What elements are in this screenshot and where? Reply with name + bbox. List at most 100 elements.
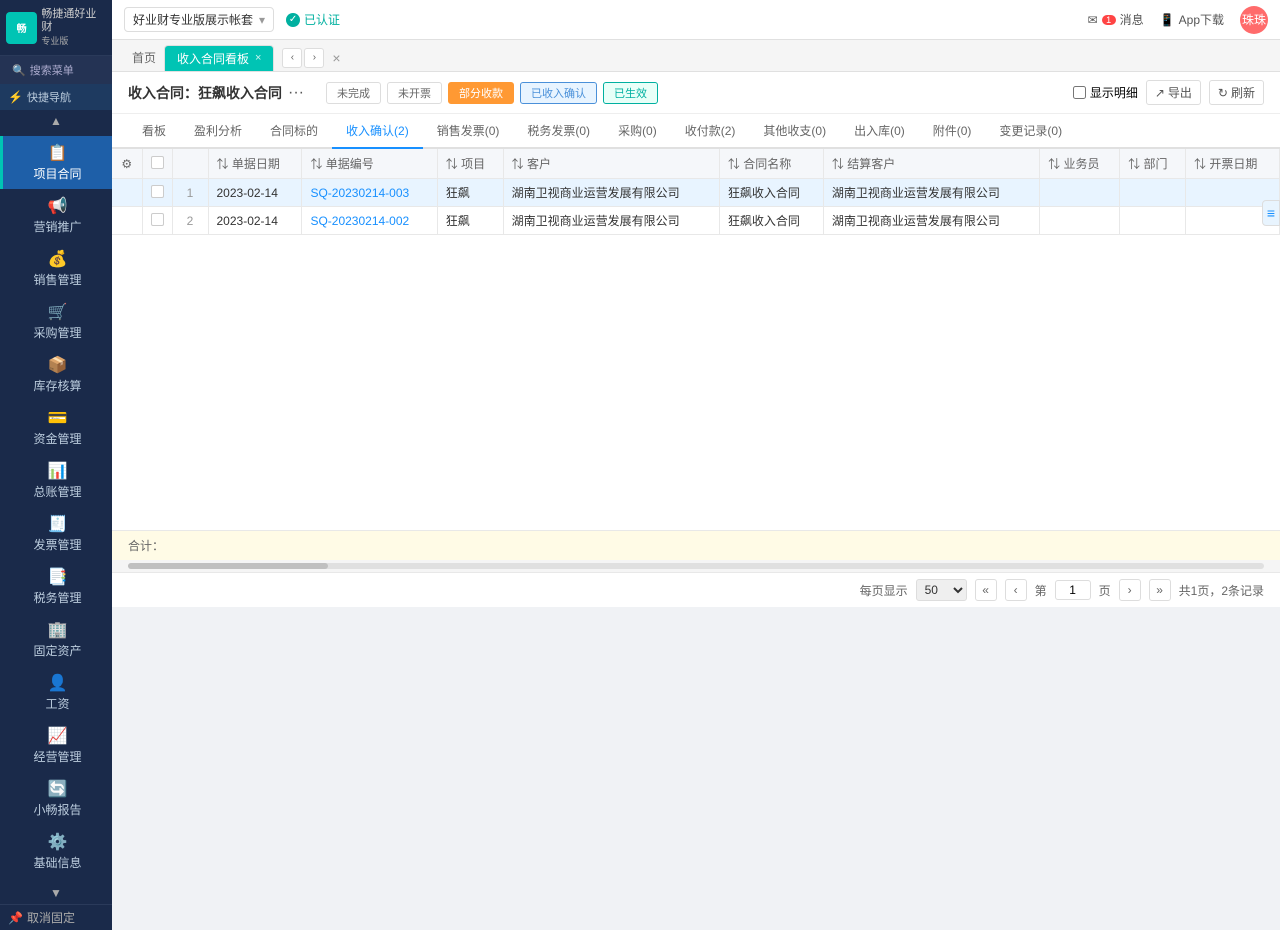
table-row[interactable]: 1 2023-02-14 SQ-20230214-003 狂飙 湖南卫视商业运营…	[112, 179, 1280, 207]
export-btn[interactable]: ↗ 导出	[1146, 80, 1201, 105]
show-detail-checkbox[interactable]: 显示明细	[1073, 84, 1138, 101]
app-download-btn[interactable]: 📱 App下载	[1160, 11, 1224, 28]
col-dept-header[interactable]: ⇅ 部门	[1120, 149, 1186, 179]
table-row[interactable]: 2 2023-02-14 SQ-20230214-002 狂飙 湖南卫视商业运营…	[112, 207, 1280, 235]
horizontal-scrollbar[interactable]	[112, 560, 1280, 572]
more-options-btn[interactable]: ···	[282, 84, 310, 102]
row-salesman	[1040, 179, 1120, 207]
row-project: 狂飙	[437, 207, 503, 235]
col-settle-header[interactable]: ⇅ 结算客户	[823, 149, 1039, 179]
col-no-header[interactable]: ⇅ 单据编号	[302, 149, 437, 179]
sidebar-item-funds[interactable]: 💳 资金管理	[0, 401, 112, 454]
user-avatar-btn[interactable]: 珠珠	[1240, 6, 1268, 34]
pagination-next-btn[interactable]: ›	[1119, 579, 1141, 601]
subtabs: 看板 盈利分析 合同标的 收入确认(2) 销售发票(0) 税务发票(0) 采购(…	[112, 114, 1280, 149]
row-no[interactable]: SQ-20230214-003	[302, 179, 437, 207]
subtab-contract-subject[interactable]: 合同标的	[256, 114, 332, 149]
col-billdate-header[interactable]: ⇅ 开票日期	[1185, 149, 1279, 179]
status-btn-no-invoice[interactable]: 未开票	[387, 82, 442, 104]
subtab-attachment[interactable]: 附件(0)	[919, 114, 986, 149]
app-download-label: App下载	[1179, 11, 1224, 28]
subtab-revenue-confirm[interactable]: 收入确认(2)	[332, 114, 423, 149]
page-header: 收入合同： 狂飙收入合同 ··· 未完成 未开票 部分收款 已收入确认 已生效 …	[112, 72, 1280, 114]
sidebar-scroll-up[interactable]: ▲	[0, 110, 112, 132]
status-btn-partial-payment[interactable]: 部分收款	[448, 82, 514, 104]
tab-home[interactable]: 首页	[124, 45, 164, 70]
sidebar-item-general[interactable]: 📊 总账管理	[0, 454, 112, 507]
subtab-inout[interactable]: 出入库(0)	[840, 114, 919, 149]
close-tab-icon[interactable]: ×	[255, 52, 261, 64]
quick-nav[interactable]: ⚡ 快捷导航	[0, 84, 112, 110]
sidebar-bottom-cancel[interactable]: 📌 取消固定	[0, 904, 112, 930]
sidebar-item-basic[interactable]: ⚙️ 基础信息	[0, 825, 112, 878]
subtab-sales-invoice[interactable]: 销售发票(0)	[423, 114, 514, 149]
sidebar-item-marketing[interactable]: 📢 营销推广	[0, 189, 112, 242]
page-header-right: 显示明细 ↗ 导出 ↻ 刷新	[1073, 80, 1264, 105]
row-no-link[interactable]: SQ-20230214-002	[310, 214, 409, 228]
tab-next-btn[interactable]: ›	[304, 48, 324, 68]
messages-btn[interactable]: ✉ 1 消息	[1088, 11, 1144, 28]
sidebar-item-sales[interactable]: 💰 销售管理	[0, 242, 112, 295]
status-btn-confirmed[interactable]: 已收入确认	[520, 82, 597, 104]
company-selector[interactable]: 好业财专业版展示帐套 ▾	[124, 7, 274, 32]
sidebar-right-icon: ≡	[1267, 205, 1275, 221]
col-checkbox-all[interactable]	[142, 149, 172, 179]
col-salesman-header[interactable]: ⇅ 业务员	[1040, 149, 1120, 179]
sidebar-item-invoice[interactable]: 🧾 发票管理	[0, 507, 112, 560]
subtab-other[interactable]: 其他收支(0)	[749, 114, 840, 149]
col-customer-header[interactable]: ⇅ 客户	[503, 149, 719, 179]
right-sidebar-btn[interactable]: ≡	[1262, 200, 1280, 226]
pagination-first-btn[interactable]: «	[975, 579, 997, 601]
quick-nav-label: 快捷导航	[27, 89, 71, 105]
sidebar-item-project[interactable]: 📋 项目合同	[0, 136, 112, 189]
subtab-profit[interactable]: 盈利分析	[180, 114, 256, 149]
messages-badge: 1	[1102, 15, 1116, 25]
row-checkbox[interactable]	[142, 207, 172, 235]
col-project-header[interactable]: ⇅ 项目	[437, 149, 503, 179]
status-btn-incomplete[interactable]: 未完成	[326, 82, 381, 104]
show-detail-input[interactable]	[1073, 86, 1086, 99]
row-no-link[interactable]: SQ-20230214-003	[310, 186, 409, 200]
sidebar-item-label: 库存核算	[33, 377, 81, 394]
per-page-select[interactable]: 50 10 20 100	[916, 579, 967, 601]
pagination-last-btn[interactable]: »	[1149, 579, 1171, 601]
refresh-btn[interactable]: ↻ 刷新	[1209, 80, 1264, 105]
col-gear[interactable]: ⚙	[112, 149, 142, 179]
row-project: 狂飙	[437, 179, 503, 207]
subtab-changes[interactable]: 变更记录(0)	[985, 114, 1076, 149]
subtab-purchase[interactable]: 采购(0)	[604, 114, 671, 149]
sidebar-item-assets[interactable]: 🏢 固定资产	[0, 613, 112, 666]
tab-prev-btn[interactable]: ‹	[282, 48, 302, 68]
status-btn-effective[interactable]: 已生效	[603, 82, 658, 104]
row-checkbox-input[interactable]	[151, 213, 164, 226]
page-unit-label: 页	[1099, 582, 1111, 599]
subtab-payment[interactable]: 收付款(2)	[671, 114, 750, 149]
tab-close-btn[interactable]: ×	[326, 48, 346, 68]
content-area: 首页 收入合同看板 × ‹ › × 收入合同： 狂飙收入合同 ··· 未完成 未…	[112, 40, 1280, 607]
subtab-board[interactable]: 看板	[128, 114, 180, 149]
page-number-input[interactable]	[1055, 580, 1091, 600]
search-menu[interactable]: 🔍 搜索菜单	[0, 56, 112, 84]
sidebar-item-ops[interactable]: 📈 经营管理	[0, 719, 112, 772]
col-contract-header[interactable]: ⇅ 合同名称	[719, 149, 823, 179]
checkbox-all[interactable]	[151, 156, 164, 169]
subtab-tax-invoice[interactable]: 税务发票(0)	[513, 114, 604, 149]
sidebar-item-hr[interactable]: 👤 工资	[0, 666, 112, 719]
pagination-prev-btn[interactable]: ‹	[1005, 579, 1027, 601]
page-number-label: 第	[1035, 582, 1047, 599]
sidebar-item-tax[interactable]: 📑 税务管理	[0, 560, 112, 613]
row-checkbox[interactable]	[142, 179, 172, 207]
sidebar-item-inventory[interactable]: 📦 库存核算	[0, 348, 112, 401]
sidebar-scroll-down[interactable]: ▼	[0, 882, 112, 904]
sidebar-item-purchase[interactable]: 🛒 采购管理	[0, 295, 112, 348]
scrollbar-thumb[interactable]	[128, 563, 328, 569]
inventory-icon: 📦	[48, 355, 68, 375]
tab-contract-board[interactable]: 收入合同看板 ×	[164, 45, 274, 71]
sidebar-item-label: 发票管理	[33, 536, 81, 553]
data-table-container: ⚙ ⇅ 单据日期 ⇅ 单据编号 ⇅ 项目 ⇅ 客户 ⇅ 合同名称 ⇅ 结算客户 …	[112, 149, 1280, 530]
col-date-header[interactable]: ⇅ 单据日期	[208, 149, 302, 179]
row-checkbox-input[interactable]	[151, 185, 164, 198]
row-no[interactable]: SQ-20230214-002	[302, 207, 437, 235]
sidebar-item-report[interactable]: 🔄 小畅报告	[0, 772, 112, 825]
total-label: 合计：	[128, 539, 164, 553]
